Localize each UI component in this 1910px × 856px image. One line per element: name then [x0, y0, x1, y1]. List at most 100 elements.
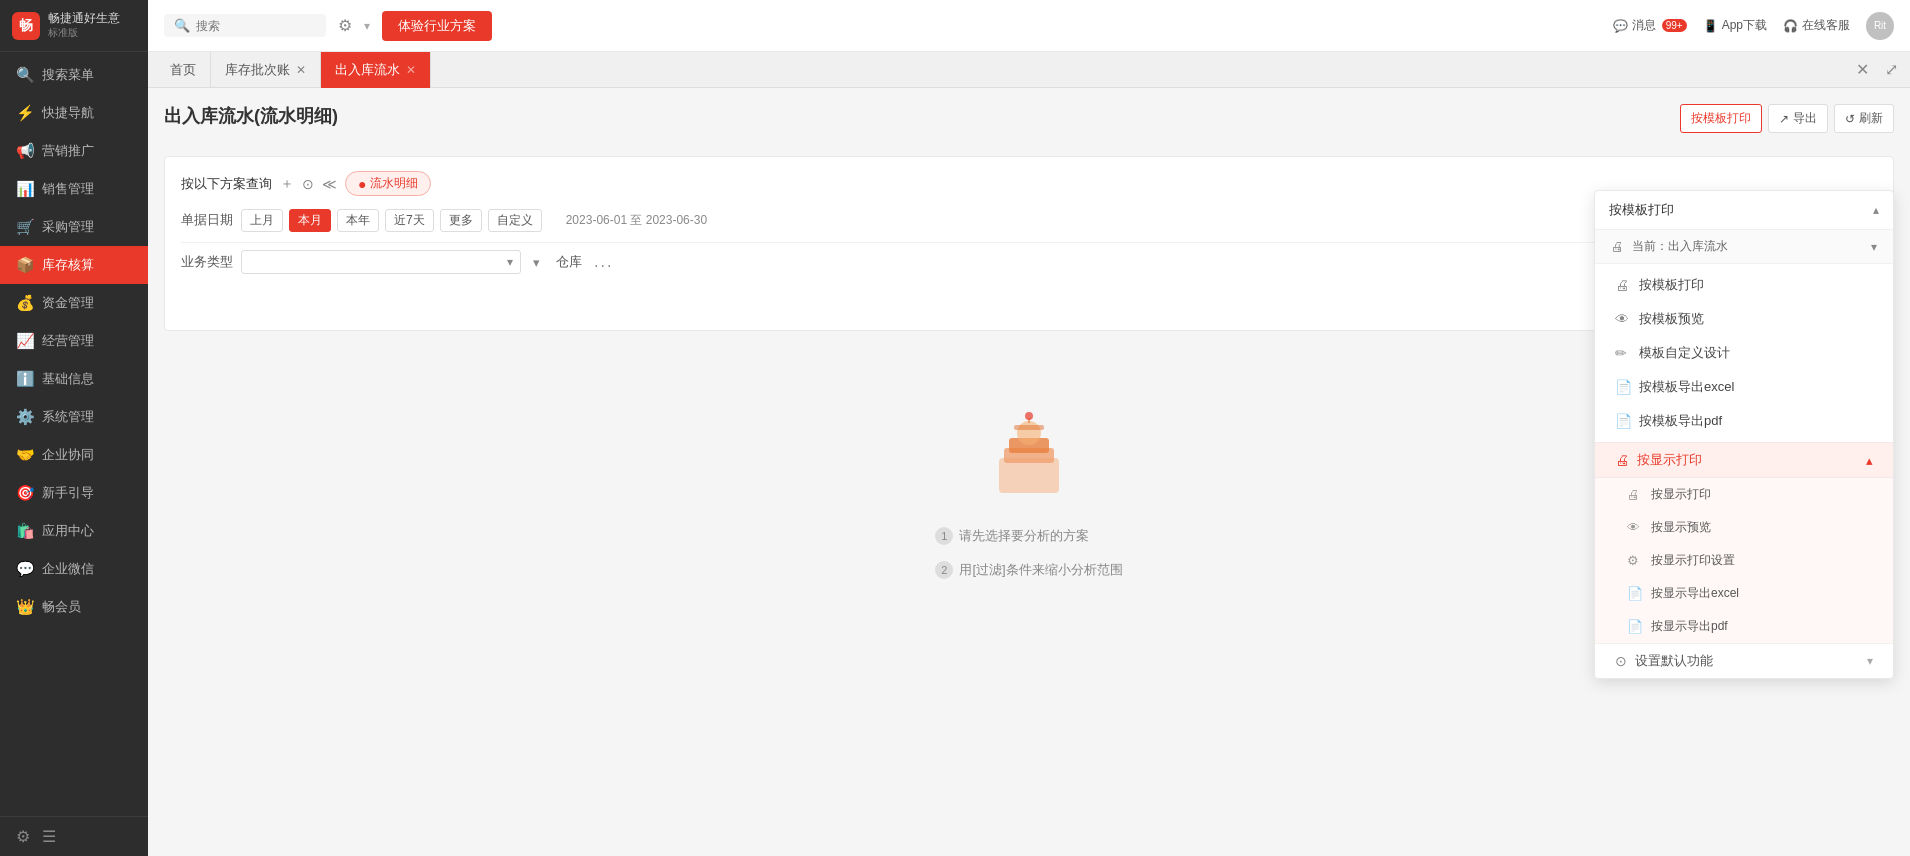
- dropdown-display-settings[interactable]: ⚙ 按显示打印设置: [1595, 544, 1893, 577]
- sidebar-item-enterprise[interactable]: 🤝 企业协同: [0, 436, 148, 474]
- tab-io-flow[interactable]: 出入库流水 ✕: [321, 52, 431, 88]
- topbar-service[interactable]: 🎧 在线客服: [1783, 17, 1850, 34]
- sidebar-item-marketing[interactable]: 📢 营销推广: [0, 132, 148, 170]
- search-input[interactable]: [196, 19, 316, 33]
- sidebar-item-label: 库存核算: [42, 256, 94, 274]
- warehouse-field: 仓库 ...: [556, 249, 617, 275]
- page-title: 出入库流水(流水明细): [164, 104, 338, 128]
- appstore-icon: 🛍️: [16, 522, 34, 540]
- sidebar-item-search[interactable]: 🔍 搜索菜单: [0, 56, 148, 94]
- tab-inventory-batch[interactable]: 库存批次账 ✕: [211, 52, 321, 88]
- search-box[interactable]: 🔍: [164, 14, 326, 37]
- message-label: 消息: [1632, 17, 1656, 34]
- display-settings-label: 按显示打印设置: [1651, 552, 1735, 569]
- dropdown-template-preview[interactable]: 👁 按模板预览: [1595, 302, 1893, 336]
- export-btn[interactable]: ↗ 导出: [1768, 104, 1828, 133]
- dropdown-display-export-excel[interactable]: 📄 按显示导出excel: [1595, 577, 1893, 610]
- industry-btn[interactable]: 体验行业方案: [382, 11, 492, 41]
- tab-io-flow-close[interactable]: ✕: [406, 63, 416, 77]
- avatar-text: Rit: [1874, 20, 1886, 31]
- dropdown-display-export-pdf[interactable]: 📄 按显示导出pdf: [1595, 610, 1893, 643]
- sidebar-item-basic[interactable]: ℹ️ 基础信息: [0, 360, 148, 398]
- filter-active-tag[interactable]: ● 流水明细: [345, 171, 431, 196]
- dropdown-display-preview[interactable]: 👁 按显示预览: [1595, 511, 1893, 544]
- filter-tag-label: 流水明细: [370, 175, 418, 192]
- dropdown-display-section-header[interactable]: 🖨 按显示打印 ▴: [1595, 442, 1893, 477]
- print-template-btn[interactable]: 按模板打印: [1680, 104, 1762, 133]
- template-export-excel-label: 按模板导出excel: [1639, 378, 1734, 396]
- pdf-icon: 📄: [1615, 413, 1631, 429]
- collapse-filter-icon[interactable]: ≪: [322, 176, 337, 192]
- dropdown-close-icon[interactable]: ▴: [1873, 203, 1879, 217]
- dropdown-display-print[interactable]: 🖨 按显示打印: [1595, 478, 1893, 511]
- sidebar-item-member[interactable]: 👑 畅会员: [0, 588, 148, 626]
- display-excel-icon: 📄: [1627, 586, 1643, 601]
- sidebar-item-appstore[interactable]: 🛍️ 应用中心: [0, 512, 148, 550]
- operations-icon: 📈: [16, 332, 34, 350]
- purchase-icon: 🛒: [16, 218, 34, 236]
- sidebar-item-system[interactable]: ⚙️ 系统管理: [0, 398, 148, 436]
- sidebar-logo: 畅 畅捷通好生意 标准版: [0, 0, 148, 52]
- custom-date-btn[interactable]: 自定义: [488, 209, 542, 232]
- display-section-label: 按显示打印: [1637, 451, 1702, 469]
- business-type-select[interactable]: [241, 250, 521, 274]
- settings-footer-icon[interactable]: ⚙: [16, 827, 30, 846]
- finance-icon: 💰: [16, 294, 34, 312]
- app-icon: 📱: [1703, 19, 1718, 33]
- dropdown-template-customize[interactable]: ✏ 模板自定义设计: [1595, 336, 1893, 370]
- refresh-icon: ↺: [1845, 112, 1855, 126]
- sidebar-item-label: 营销推广: [42, 142, 94, 160]
- empty-tips: 1 请先选择要分析的方案 2 用[过滤]条件来缩小分析范围: [935, 523, 1122, 583]
- svg-point-3: [1017, 421, 1041, 445]
- dropdown-current-template[interactable]: 🖨 当前：出入库流水 ▾: [1595, 230, 1893, 264]
- sidebar-item-sales[interactable]: 📊 销售管理: [0, 170, 148, 208]
- current-year-btn[interactable]: 本年: [337, 209, 379, 232]
- sidebar-item-label: 采购管理: [42, 218, 94, 236]
- sidebar-footer: ⚙ ☰: [0, 816, 148, 856]
- sidebar-item-finance[interactable]: 💰 资金管理: [0, 284, 148, 322]
- dropdown-template-export-excel[interactable]: 📄 按模板导出excel: [1595, 370, 1893, 404]
- dropdown-footer[interactable]: ⊙ 设置默认功能 ▾: [1595, 643, 1893, 678]
- refresh-btn[interactable]: ↺ 刷新: [1834, 104, 1894, 133]
- service-icon: 🎧: [1783, 19, 1798, 33]
- inventory-icon: 📦: [16, 256, 34, 274]
- sidebar-item-operations[interactable]: 📈 经营管理: [0, 322, 148, 360]
- dropdown-template-print[interactable]: 🖨 按模板打印: [1595, 268, 1893, 302]
- menu-footer-icon[interactable]: ☰: [42, 827, 56, 846]
- more-date-btn[interactable]: 更多: [440, 209, 482, 232]
- add-filter-icon[interactable]: ＋: [280, 175, 294, 193]
- business-type-chevron-icon[interactable]: ▾: [533, 255, 540, 270]
- date-filter-label: 单据日期: [181, 211, 233, 229]
- display-print-header-icon: 🖨: [1615, 452, 1629, 468]
- marketing-icon: 📢: [16, 142, 34, 160]
- window-maximize-btn[interactable]: ⤢: [1881, 58, 1902, 81]
- window-close-btn[interactable]: ✕: [1852, 58, 1873, 81]
- topbar-app-download[interactable]: 📱 App下载: [1703, 17, 1767, 34]
- tab-inventory-batch-close[interactable]: ✕: [296, 63, 306, 77]
- dropdown-title: 按模板打印: [1609, 201, 1674, 219]
- topbar-settings-icon[interactable]: ⚙: [338, 16, 352, 35]
- topbar-messages[interactable]: 💬 消息 99+: [1613, 17, 1687, 34]
- filter-tag-icon: ●: [358, 176, 366, 192]
- last-7-days-btn[interactable]: 近7天: [385, 209, 434, 232]
- settings-filter-icon[interactable]: ⊙: [302, 176, 314, 192]
- current-month-btn[interactable]: 本月: [289, 209, 331, 232]
- sidebar-item-beginner[interactable]: 🎯 新手引导: [0, 474, 148, 512]
- sidebar-item-label: 经营管理: [42, 332, 94, 350]
- last-month-btn[interactable]: 上月: [241, 209, 283, 232]
- business-type-select-wrap[interactable]: [241, 250, 521, 274]
- sidebar-item-wechat[interactable]: 💬 企业微信: [0, 550, 148, 588]
- sidebar-item-label: 企业协同: [42, 446, 94, 464]
- search-icon: 🔍: [16, 66, 34, 84]
- sidebar-item-purchase[interactable]: 🛒 采购管理: [0, 208, 148, 246]
- dropdown-header: 按模板打印 ▴: [1595, 191, 1893, 230]
- sidebar-item-quick-nav[interactable]: ⚡ 快捷导航: [0, 94, 148, 132]
- sidebar-item-inventory[interactable]: 📦 库存核算: [0, 246, 148, 284]
- tab-home[interactable]: 首页: [156, 52, 211, 88]
- print-item-icon: 🖨: [1615, 277, 1631, 293]
- avatar[interactable]: Rit: [1866, 12, 1894, 40]
- tab-io-flow-label: 出入库流水: [335, 61, 400, 79]
- dropdown-template-export-pdf[interactable]: 📄 按模板导出pdf: [1595, 404, 1893, 438]
- preview-icon: 👁: [1615, 311, 1631, 327]
- warehouse-more-btn[interactable]: ...: [590, 249, 617, 275]
